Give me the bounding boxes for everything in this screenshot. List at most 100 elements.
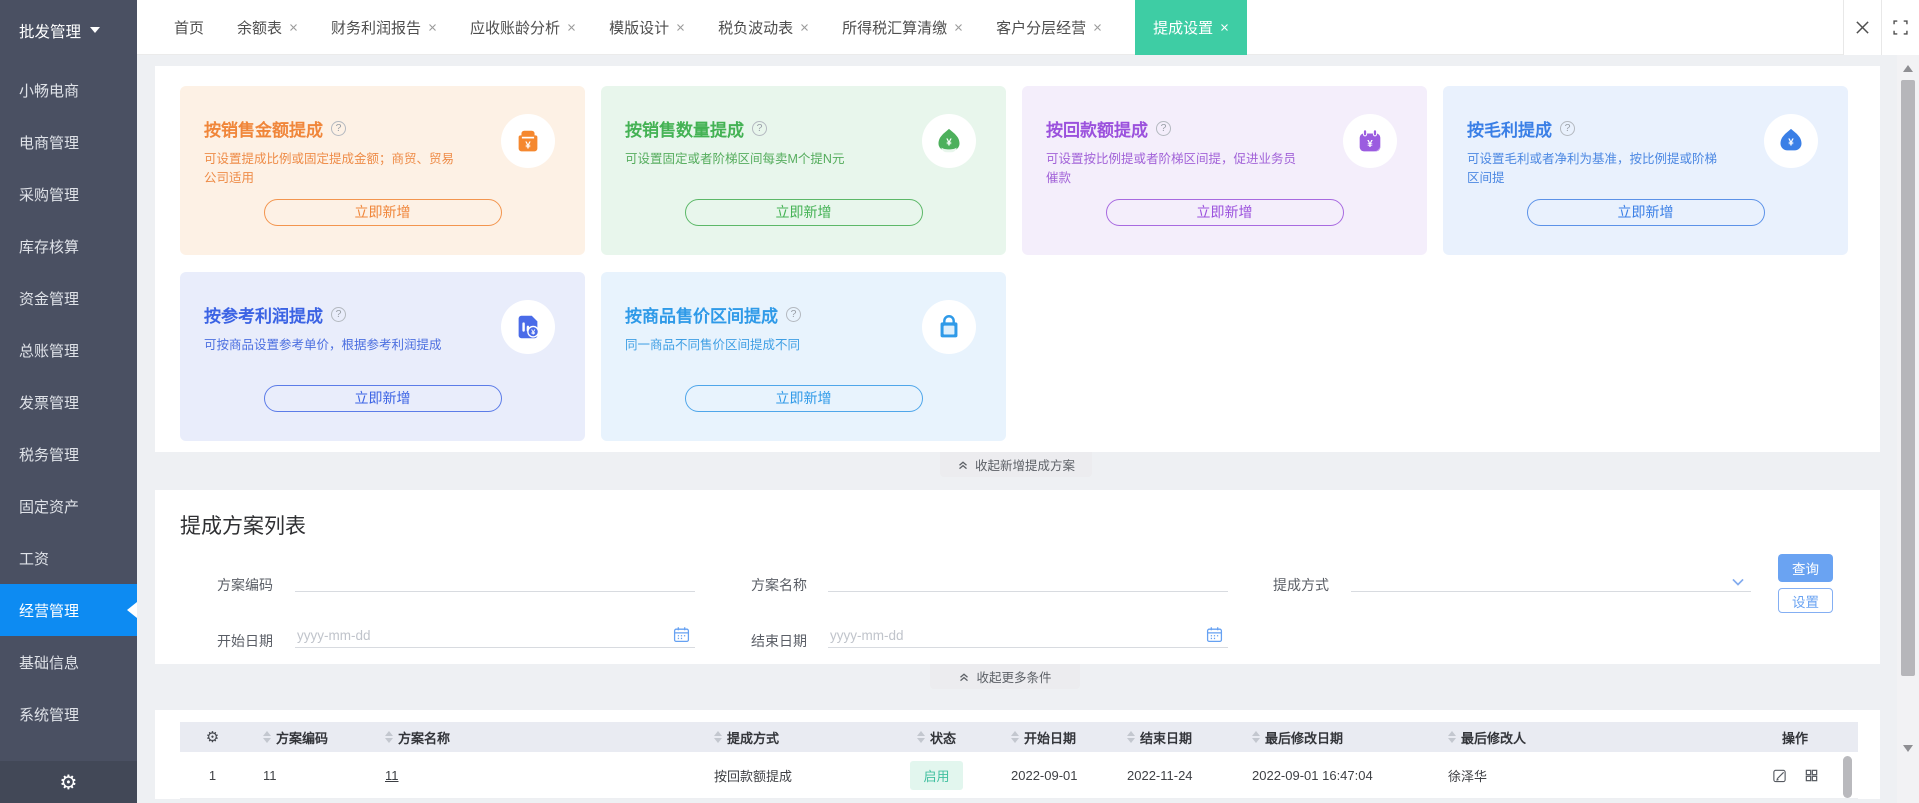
grid-icon[interactable] bbox=[1804, 768, 1819, 783]
card-title: 按商品售价区间提成 bbox=[625, 307, 778, 326]
sidebar-item-ecommerce-mgmt[interactable]: 电商管理 bbox=[0, 116, 137, 168]
help-icon[interactable]: ? bbox=[786, 307, 801, 322]
close-icon[interactable] bbox=[1843, 0, 1881, 55]
commission-plan-list-panel: 提成方案列表 方案编码 方案名称 提成方式 开始日期 结束日期 查询 设置 bbox=[155, 490, 1880, 664]
column-status[interactable]: 状态 bbox=[875, 728, 998, 747]
add-now-button[interactable]: 立即新增 bbox=[263, 199, 502, 226]
add-now-button[interactable]: 立即新增 bbox=[1526, 199, 1765, 226]
calendar-yen-icon: ¥ bbox=[1343, 114, 1397, 168]
page-title: 提成方案列表 bbox=[180, 515, 306, 538]
sidebar-item-invoice-mgmt[interactable]: 发票管理 bbox=[0, 376, 137, 428]
tab-close-icon[interactable] bbox=[1093, 23, 1102, 32]
edit-icon[interactable] bbox=[1772, 768, 1787, 783]
card-title: 按销售金额提成 bbox=[204, 121, 323, 140]
table-next-row-partial bbox=[155, 799, 1880, 803]
gear-icon[interactable]: ⚙ bbox=[60, 770, 78, 794]
tab-bar-controls bbox=[1843, 0, 1919, 55]
tab-close-icon[interactable] bbox=[800, 23, 809, 32]
add-now-button[interactable]: 立即新增 bbox=[1105, 199, 1344, 226]
sidebar: 批发管理 小畅电商 电商管理 采购管理 库存核算 资金管理 总账管理 发票管理 … bbox=[0, 0, 137, 803]
money-bag-icon: ¥ bbox=[1764, 114, 1818, 168]
help-icon[interactable]: ? bbox=[331, 307, 346, 322]
row-actions bbox=[1732, 768, 1858, 783]
sort-icon bbox=[1127, 731, 1135, 743]
tab-close-icon[interactable] bbox=[567, 23, 576, 32]
tab-customer-tiering[interactable]: 客户分层经营 bbox=[996, 0, 1102, 55]
status-badge: 启用 bbox=[910, 760, 963, 790]
tab-income-tax-settlement[interactable]: 所得税汇算清缴 bbox=[842, 0, 963, 55]
svg-text:¥: ¥ bbox=[946, 138, 952, 149]
tab-close-icon[interactable] bbox=[1220, 23, 1229, 32]
help-icon[interactable]: ? bbox=[331, 121, 346, 136]
tab-tax-fluctuation[interactable]: 税负波动表 bbox=[718, 0, 809, 55]
card-desc: 可按商品设置参考单价，根据参考利润提成 bbox=[204, 338, 442, 352]
tab-home[interactable]: 首页 bbox=[174, 0, 204, 55]
help-icon[interactable]: ? bbox=[1156, 121, 1171, 136]
commission-cards-panel: 按销售金额提成? 可设置提成比例或固定提成金额；商贸、贸易公司适用 立即新增 ¥… bbox=[155, 66, 1880, 452]
sidebar-item-tax-mgmt[interactable]: 税务管理 bbox=[0, 428, 137, 480]
help-icon[interactable]: ? bbox=[1560, 121, 1575, 136]
tab-bar: 首页 余额表 财务利润报告 应收账龄分析 模版设计 税负波动表 所得税汇算清缴 … bbox=[137, 0, 1919, 55]
tab-close-icon[interactable] bbox=[289, 23, 298, 32]
sidebar-item-funds-mgmt[interactable]: 资金管理 bbox=[0, 272, 137, 324]
sidebar-item-inventory-accounting[interactable]: 库存核算 bbox=[0, 220, 137, 272]
collapse-new-commission-plans[interactable]: 收起新增提成方案 bbox=[940, 452, 1092, 477]
chevron-down-icon[interactable] bbox=[1731, 574, 1745, 592]
column-last-modifier[interactable]: 最后修改人 bbox=[1420, 728, 1732, 747]
settings-button[interactable]: 设置 bbox=[1778, 588, 1833, 613]
plan-code-input[interactable] bbox=[295, 568, 695, 592]
query-button[interactable]: 查询 bbox=[1778, 554, 1833, 582]
sidebar-item-system-mgmt[interactable]: 系统管理 bbox=[0, 688, 137, 740]
tab-close-icon[interactable] bbox=[676, 23, 685, 32]
sidebar-item-basic-info[interactable]: 基础信息 bbox=[0, 636, 137, 688]
column-end-date[interactable]: 结束日期 bbox=[1114, 728, 1230, 747]
column-settings-gear[interactable]: ⚙ bbox=[180, 728, 245, 746]
row-plan-name-link[interactable]: 11 bbox=[385, 768, 399, 783]
sidebar-nav: 小畅电商 电商管理 采购管理 库存核算 资金管理 总账管理 发票管理 税务管理 … bbox=[0, 64, 137, 740]
scroll-down-arrow-icon[interactable] bbox=[1903, 745, 1913, 752]
plan-name-input[interactable] bbox=[828, 568, 1228, 592]
tab-financial-profit-report[interactable]: 财务利润报告 bbox=[331, 0, 437, 55]
add-now-button[interactable]: 立即新增 bbox=[263, 385, 502, 412]
table-header-row: ⚙ 方案编码 方案名称 提成方式 状态 开始日期 结束日期 最后修改日期 最后修… bbox=[180, 722, 1858, 752]
add-now-button[interactable]: 立即新增 bbox=[684, 199, 923, 226]
table-scrollbar-thumb[interactable] bbox=[1843, 756, 1852, 798]
sidebar-item-business-mgmt[interactable]: 经营管理 bbox=[0, 584, 137, 636]
commission-method-select[interactable] bbox=[1351, 568, 1751, 592]
chevron-down-icon bbox=[90, 27, 101, 38]
row-start-date: 2022-09-01 bbox=[1011, 767, 1078, 783]
sidebar-item-payroll[interactable]: 工资 bbox=[0, 532, 137, 584]
sidebar-item-fixed-assets[interactable]: 固定资产 bbox=[0, 480, 137, 532]
card-title: 按销售数量提成 bbox=[625, 121, 744, 140]
sidebar-header-wholesale[interactable]: 批发管理 bbox=[0, 0, 137, 60]
add-now-button[interactable]: 立即新增 bbox=[684, 385, 923, 412]
calendar-icon[interactable] bbox=[673, 626, 690, 648]
page-scrollbar-thumb[interactable] bbox=[1901, 80, 1915, 676]
tab-template-design[interactable]: 模版设计 bbox=[609, 0, 685, 55]
start-date-input[interactable] bbox=[295, 624, 695, 648]
sidebar-item-purchase-mgmt[interactable]: 采购管理 bbox=[0, 168, 137, 220]
shopping-bag-icon bbox=[922, 300, 976, 354]
tab-balance-sheet[interactable]: 余额表 bbox=[237, 0, 298, 55]
calendar-icon[interactable] bbox=[1206, 626, 1223, 648]
sidebar-item-general-ledger[interactable]: 总账管理 bbox=[0, 324, 137, 376]
column-plan-code[interactable]: 方案编码 bbox=[245, 728, 367, 747]
sort-icon bbox=[1448, 731, 1456, 743]
chart-doc-icon: ¥ bbox=[501, 300, 555, 354]
sidebar-item-xiaochang-ecommerce[interactable]: 小畅电商 bbox=[0, 64, 137, 116]
card-title: 按回款额提成 bbox=[1046, 121, 1148, 140]
end-date-input[interactable] bbox=[828, 624, 1228, 648]
fullscreen-icon[interactable] bbox=[1881, 0, 1919, 55]
tab-close-icon[interactable] bbox=[954, 23, 963, 32]
card-reference-profit-commission: 按参考利润提成? 可按商品设置参考单价，根据参考利润提成 立即新增 ¥ bbox=[180, 272, 585, 441]
scroll-up-arrow-icon[interactable] bbox=[1903, 65, 1913, 72]
column-plan-name[interactable]: 方案名称 bbox=[367, 728, 698, 747]
tab-receivable-aging[interactable]: 应收账龄分析 bbox=[470, 0, 576, 55]
column-commission-method[interactable]: 提成方式 bbox=[698, 728, 875, 747]
collapse-more-conditions[interactable]: 收起更多条件 bbox=[930, 664, 1080, 689]
column-last-modified-date[interactable]: 最后修改日期 bbox=[1230, 728, 1420, 747]
column-start-date[interactable]: 开始日期 bbox=[998, 728, 1114, 747]
help-icon[interactable]: ? bbox=[752, 121, 767, 136]
tab-commission-settings[interactable]: 提成设置 bbox=[1135, 0, 1248, 55]
tab-close-icon[interactable] bbox=[428, 23, 437, 32]
